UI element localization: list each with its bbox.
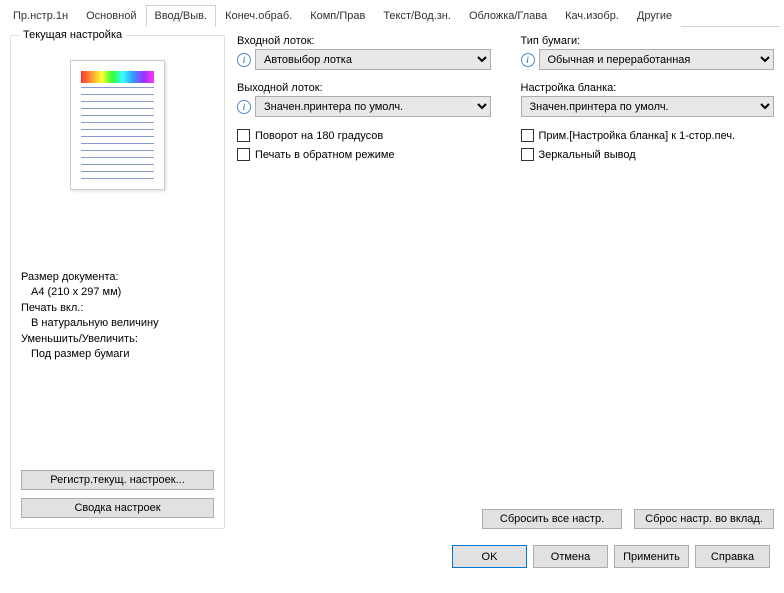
doc-size-label: Размер документа: bbox=[21, 270, 214, 285]
register-settings-button[interactable]: Регистр.текущ. настроек... bbox=[21, 470, 214, 490]
cancel-button[interactable]: Отмена bbox=[533, 545, 608, 568]
settings-summary-button[interactable]: Сводка настроек bbox=[21, 498, 214, 518]
tab-cover[interactable]: Обложка/Глава bbox=[460, 5, 556, 27]
reverse-print-checkbox[interactable] bbox=[237, 148, 250, 161]
info-icon[interactable]: i bbox=[237, 100, 251, 114]
current-settings-panel: Текущая настройка Размер документа: A4 (… bbox=[10, 35, 225, 529]
zoom-label: Уменьшить/Увеличить: bbox=[21, 332, 214, 347]
page-preview bbox=[70, 60, 165, 190]
tab-watermark[interactable]: Текст/Вод.зн. bbox=[374, 5, 460, 27]
tab-main[interactable]: Основной bbox=[77, 5, 145, 27]
preview-rainbow bbox=[81, 71, 154, 83]
document-info: Размер документа: A4 (210 x 297 мм) Печа… bbox=[21, 270, 214, 362]
zoom-value: Под размер бумаги bbox=[31, 347, 214, 362]
ok-button[interactable]: OK bbox=[452, 545, 527, 568]
help-button[interactable]: Справка bbox=[695, 545, 770, 568]
mirror-output-checkbox[interactable] bbox=[521, 148, 534, 161]
info-icon[interactable]: i bbox=[237, 53, 251, 67]
tab-finishing[interactable]: Конеч.обраб. bbox=[216, 5, 301, 27]
tab-preset[interactable]: Пр.нстр.1н bbox=[4, 5, 77, 27]
dialog-footer: OK Отмена Применить Справка bbox=[0, 537, 784, 576]
tab-layout[interactable]: Комп/Прав bbox=[301, 5, 374, 27]
print-on-label: Печать вкл.: bbox=[21, 301, 214, 316]
io-settings-panel: Входной лоток: i Автовыбор лотка Тип бум… bbox=[237, 35, 774, 529]
apply-button[interactable]: Применить bbox=[614, 545, 689, 568]
input-tray-select[interactable]: Автовыбор лотка bbox=[255, 49, 491, 70]
output-tray-select[interactable]: Значен.принтера по умолч. bbox=[255, 96, 491, 117]
preview-lines bbox=[81, 87, 154, 179]
info-icon[interactable]: i bbox=[521, 53, 535, 67]
tab-bar: Пр.нстр.1н Основной Ввод/Выв. Конеч.обра… bbox=[4, 4, 780, 27]
reset-tab-button[interactable]: Сброс настр. во вклад. bbox=[634, 509, 774, 529]
doc-size-value: A4 (210 x 297 мм) bbox=[31, 285, 214, 300]
blank-setup-select[interactable]: Значен.принтера по умолч. bbox=[521, 96, 775, 117]
tab-io[interactable]: Ввод/Выв. bbox=[146, 5, 217, 27]
mirror-output-label: Зеркальный вывод bbox=[539, 149, 636, 161]
tab-quality[interactable]: Кач.изобр. bbox=[556, 5, 628, 27]
blank-apply-checkbox[interactable] bbox=[521, 129, 534, 142]
paper-type-select[interactable]: Обычная и переработанная bbox=[539, 49, 775, 70]
reverse-print-label: Печать в обратном режиме bbox=[255, 149, 395, 161]
reset-all-button[interactable]: Сбросить все настр. bbox=[482, 509, 622, 529]
rotate-180-label: Поворот на 180 градусов bbox=[255, 130, 383, 142]
rotate-180-checkbox[interactable] bbox=[237, 129, 250, 142]
output-tray-label: Выходной лоток: bbox=[237, 82, 491, 94]
blank-setup-label: Настройка бланка: bbox=[521, 82, 775, 94]
input-tray-label: Входной лоток: bbox=[237, 35, 491, 47]
blank-apply-label: Прим.[Настройка бланка] к 1-стор.печ. bbox=[539, 130, 736, 142]
print-on-value: В натуральную величину bbox=[31, 316, 214, 331]
tab-other[interactable]: Другие bbox=[628, 5, 681, 27]
panel-title: Текущая настройка bbox=[19, 29, 126, 41]
paper-type-label: Тип бумаги: bbox=[521, 35, 775, 47]
